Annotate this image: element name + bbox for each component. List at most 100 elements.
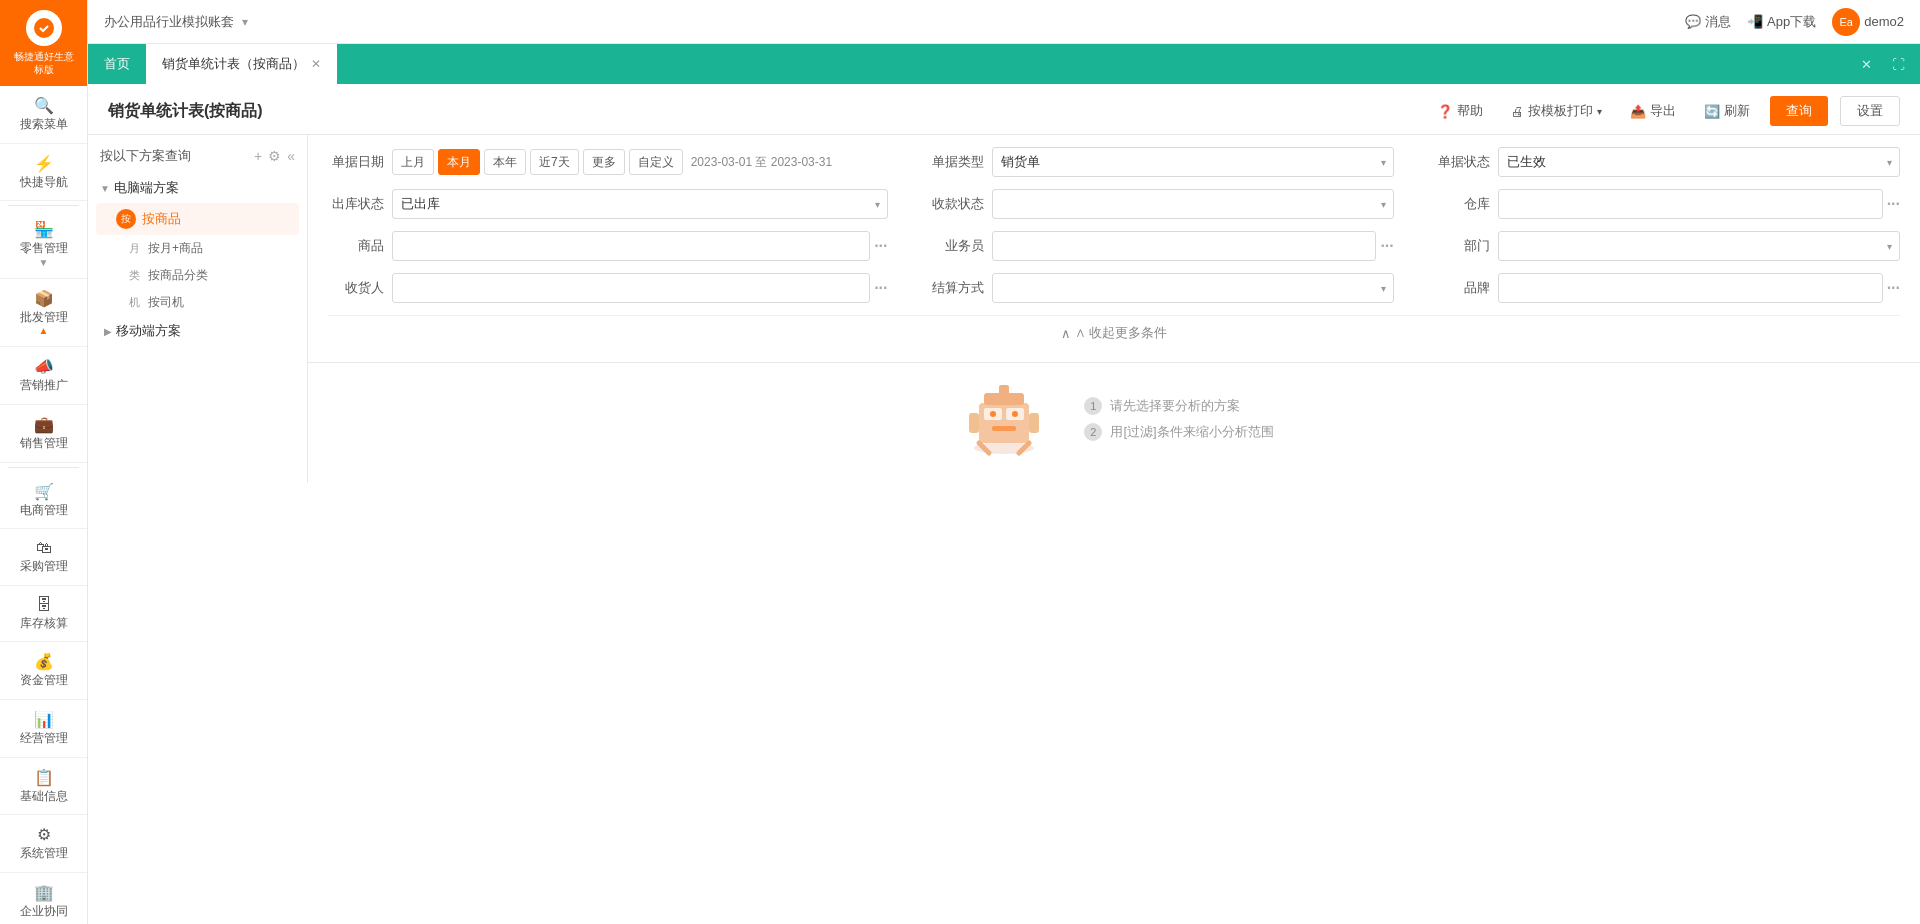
app-download-button[interactable]: 📲 App下载 — [1747, 13, 1816, 31]
export-label: 导出 — [1650, 102, 1676, 120]
recipient-dots-button[interactable]: ··· — [874, 279, 887, 297]
sidebar-label-base: 基础信息 — [20, 789, 68, 805]
desktop-group: ▼ 电脑端方案 按 按商品 月 按月+商品 类 — [88, 173, 307, 316]
logo-icon — [26, 10, 62, 46]
sidebar-item-sales[interactable]: 💼 销售管理 — [0, 405, 87, 463]
sidebar-item-enterprise[interactable]: 🏢 企业协同 — [0, 873, 87, 924]
by-month-product-label: 按月+商品 — [148, 240, 203, 257]
payment-status-select[interactable] — [992, 189, 1394, 219]
print-button[interactable]: 🖨 按模板打印 ▾ — [1503, 98, 1610, 124]
print-icon: 🖨 — [1511, 104, 1524, 119]
settings-button[interactable]: 设置 — [1840, 96, 1900, 126]
tab-maximize-button[interactable]: ⛶ — [1884, 50, 1912, 78]
department-select[interactable] — [1498, 231, 1900, 261]
sidebar-label-sales: 销售管理 — [20, 436, 68, 452]
sales-stat-tab-label: 销货单统计表（按商品） — [162, 55, 305, 73]
sidebar-item-operations[interactable]: 📊 经营管理 — [0, 700, 87, 758]
doc-type-select[interactable] — [992, 147, 1394, 177]
empty-illustration — [954, 363, 1054, 463]
payment-method-select[interactable] — [992, 273, 1394, 303]
salesperson-input[interactable] — [992, 231, 1377, 261]
filter-content: 单据日期 上月 本月 本年 近7天 更多 自定义 — [308, 135, 1920, 363]
operations-icon: 📊 — [34, 710, 54, 729]
add-scheme-button[interactable]: + — [254, 148, 262, 164]
message-button[interactable]: 💬 消息 — [1685, 13, 1731, 31]
sidebar-item-system[interactable]: ⚙ 系统管理 — [0, 815, 87, 873]
refresh-button[interactable]: 🔄 刷新 — [1696, 98, 1758, 124]
logo-area[interactable]: 畅捷通好生意 标版 — [0, 0, 87, 86]
brand-dots-button[interactable]: ··· — [1887, 279, 1900, 297]
department-label: 部门 — [1434, 237, 1490, 255]
tab-close-icon[interactable]: ✕ — [311, 57, 321, 71]
brand-input[interactable] — [1498, 273, 1883, 303]
recipient-input[interactable] — [392, 273, 870, 303]
export-icon: 📤 — [1630, 104, 1646, 119]
finance-icon: 💰 — [34, 652, 54, 671]
desktop-toggle-icon: ▼ — [100, 183, 110, 194]
tree-item-by-clerk[interactable]: 机 按司机 — [96, 289, 299, 316]
sidebar-item-ecommerce[interactable]: 🛒 电商管理 — [0, 472, 87, 530]
date-btn-more[interactable]: 更多 — [583, 149, 625, 175]
filter-item-department: 部门 ▾ — [1434, 231, 1900, 261]
app-download-icon: 📲 — [1747, 14, 1763, 29]
mobile-group-header[interactable]: ▶ 移动端方案 — [96, 316, 299, 346]
payment-method-wrap: ▾ — [992, 273, 1394, 303]
query-button[interactable]: 查询 — [1770, 96, 1828, 126]
date-btn-last-month[interactable]: 上月 — [392, 149, 434, 175]
main-area: 办公用品行业模拟账套 ▾ 💬 消息 📲 App下载 Ea demo2 首页 — [88, 0, 1920, 924]
sidebar-item-purchase[interactable]: 🛍 采购管理 — [0, 529, 87, 586]
page-inner: 销货单统计表(按商品) ❓ 帮助 🖨 按模板打印 ▾ 📤 导出 — [88, 84, 1920, 924]
salesperson-dots-button[interactable]: ··· — [1380, 237, 1393, 255]
sidebar-item-retail[interactable]: 🏪 零售管理 ▼ — [0, 210, 87, 279]
purchase-icon: 🛍 — [36, 539, 52, 557]
sidebar-item-base[interactable]: 📋 基础信息 — [0, 758, 87, 816]
collapse-icon: ∧ — [1061, 326, 1071, 341]
tab-home[interactable]: 首页 — [88, 44, 146, 84]
tab-close-window-button[interactable]: ✕ — [1852, 50, 1880, 78]
tree-item-by-product[interactable]: 按 按商品 — [96, 203, 299, 235]
logo-text: 畅捷通好生意 标版 — [14, 50, 74, 76]
product-input[interactable] — [392, 231, 870, 261]
filter-row-3: 商品 ··· 业务员 — [328, 231, 1900, 261]
sidebar-item-wholesale[interactable]: 📦 批发管理 ▲ — [0, 279, 87, 348]
date-btn-7days[interactable]: 近7天 — [530, 149, 579, 175]
collapse-filter-button[interactable]: ∧ ∧ 收起更多条件 — [1061, 324, 1168, 342]
tabbar-right: ✕ ⛶ — [1852, 44, 1920, 84]
tree-item-by-category[interactable]: 类 按商品分类 — [96, 262, 299, 289]
warehouse-dots-button[interactable]: ··· — [1887, 195, 1900, 213]
filter-wrapper: 单据日期 上月 本月 本年 近7天 更多 自定义 — [308, 135, 1920, 362]
sidebar-item-search[interactable]: 🔍 搜索菜单 — [0, 86, 87, 144]
department-wrap: ▾ — [1498, 231, 1900, 261]
warehouse-wrap: ··· — [1498, 189, 1900, 219]
collapse-panel-button[interactable]: « — [287, 148, 295, 164]
print-label: 按模板打印 — [1528, 102, 1593, 120]
user-profile[interactable]: Ea demo2 — [1832, 8, 1904, 36]
export-button[interactable]: 📤 导出 — [1622, 98, 1684, 124]
date-btn-this-month[interactable]: 本月 — [438, 149, 480, 175]
desktop-group-header[interactable]: ▼ 电脑端方案 — [96, 173, 299, 203]
left-panel-title: 按以下方案查询 — [100, 147, 191, 165]
sidebar-item-marketing[interactable]: 📣 营销推广 — [0, 347, 87, 405]
help-button[interactable]: ❓ 帮助 — [1429, 98, 1491, 124]
sidebar-item-quicknav[interactable]: ⚡ 快捷导航 — [0, 144, 87, 202]
filter-item-warehouse: 仓库 ··· — [1434, 189, 1900, 219]
by-clerk-label: 按司机 — [148, 294, 184, 311]
warehouse-input[interactable] — [1498, 189, 1883, 219]
date-btn-custom[interactable]: 自定义 — [629, 149, 683, 175]
settings-scheme-button[interactable]: ⚙ — [268, 148, 281, 164]
product-dots-button[interactable]: ··· — [874, 237, 887, 255]
tab-sales-stat[interactable]: 销货单统计表（按商品） ✕ — [146, 44, 337, 84]
topbar-arrow[interactable]: ▾ — [242, 15, 248, 29]
filter-row-1: 单据日期 上月 本月 本年 近7天 更多 自定义 — [328, 147, 1900, 177]
topbar: 办公用品行业模拟账套 ▾ 💬 消息 📲 App下载 Ea demo2 — [88, 0, 1920, 44]
sidebar-navigation: 🔍 搜索菜单 ⚡ 快捷导航 🏪 零售管理 ▼ 📦 批发管理 ▲ 📣 营销推广 💼… — [0, 86, 87, 924]
empty-state: 1 请先选择要分析的方案 2 用[过滤]条件来缩小分析范围 — [308, 363, 1920, 483]
tree-item-by-month-product[interactable]: 月 按月+商品 — [96, 235, 299, 262]
sidebar-item-finance[interactable]: 💰 资金管理 — [0, 642, 87, 700]
out-status-select[interactable] — [392, 189, 888, 219]
sidebar-item-inventory[interactable]: 🗄 库存核算 — [0, 586, 87, 643]
sidebar-divider-2 — [8, 467, 79, 468]
doc-status-select[interactable] — [1498, 147, 1900, 177]
date-btn-this-year[interactable]: 本年 — [484, 149, 526, 175]
doc-type-label: 单据类型 — [928, 153, 984, 171]
